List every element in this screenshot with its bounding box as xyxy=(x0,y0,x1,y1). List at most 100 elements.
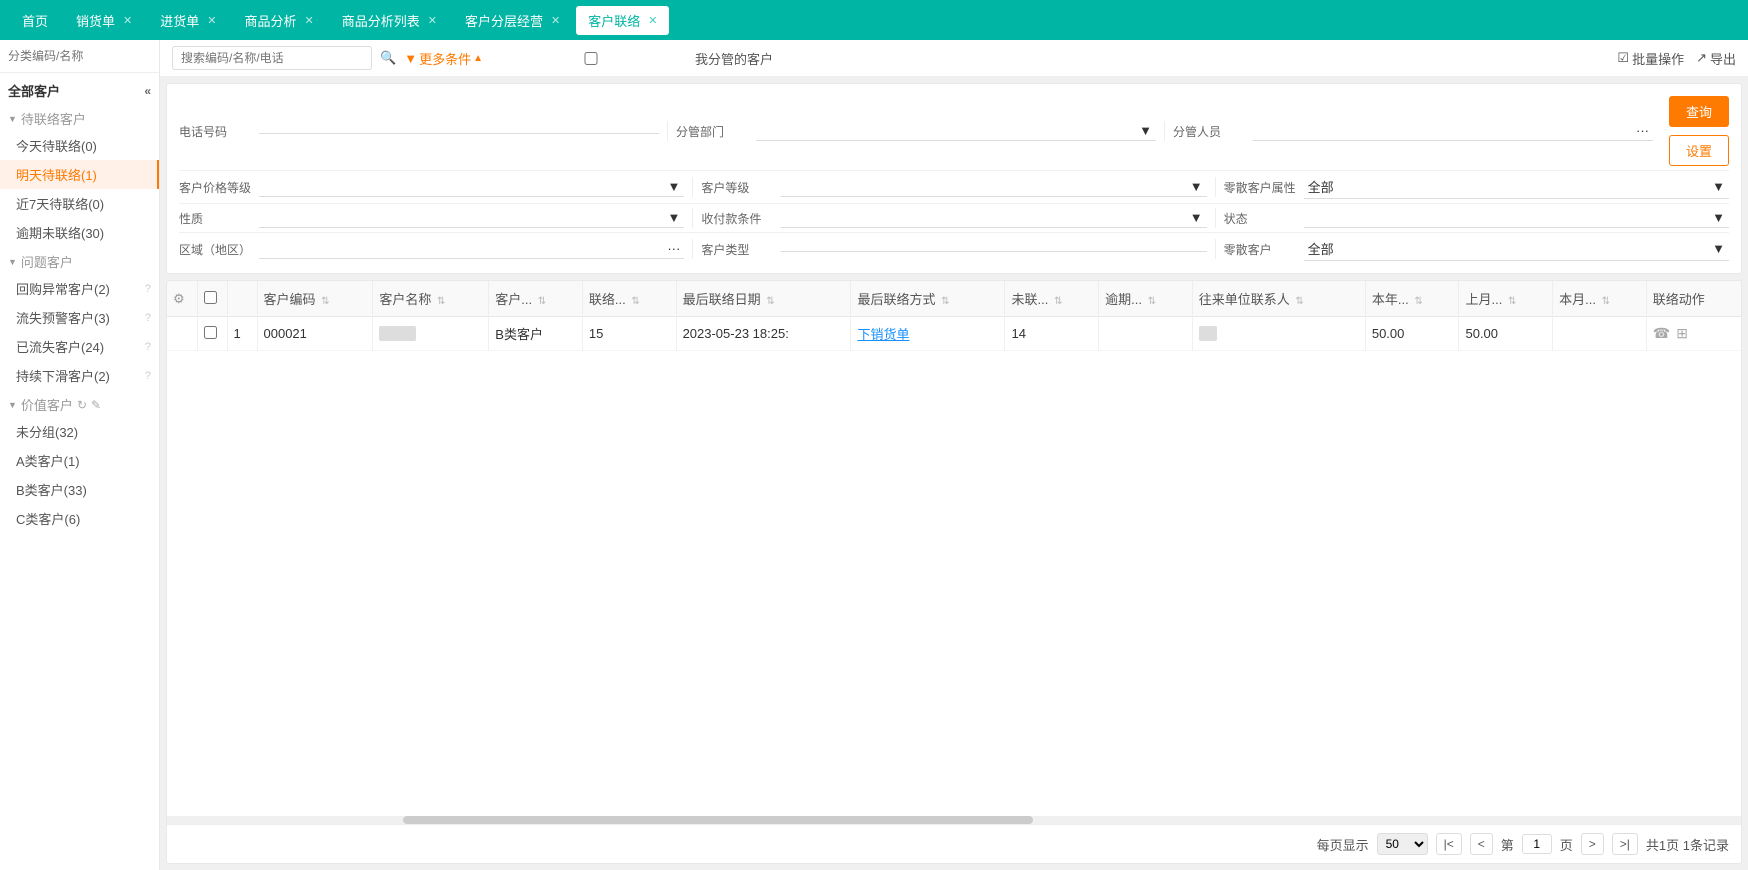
nav-customer-ops[interactable]: 客户分层经营 ✕ xyxy=(453,6,572,35)
th-contact[interactable]: 联络... ⇅ xyxy=(582,281,676,317)
page-input[interactable] xyxy=(1522,834,1552,854)
sidebar-group-pending[interactable]: 待联络客户 xyxy=(0,104,159,131)
th-overdue[interactable]: 逾期... ⇅ xyxy=(1099,281,1193,317)
nav-home[interactable]: 首页 xyxy=(10,6,60,35)
th-no-contact[interactable]: 未联... ⇅ xyxy=(1005,281,1099,317)
sidebar-item-overdue[interactable]: 逾期未联络(30) xyxy=(0,218,159,247)
nav-goods-analysis[interactable]: 商品分析 ✕ xyxy=(232,6,325,35)
status-select[interactable]: ▼ xyxy=(1304,208,1729,228)
row-actions-group: ☎ ⊞ xyxy=(1653,325,1735,342)
sidebar-item-repurchase-abnormal[interactable]: 回购异常客户(2) ? xyxy=(0,274,159,303)
filter-retail-customer: 零散客户 全部 ▼ xyxy=(1224,237,1729,261)
sidebar-item-ungrouped[interactable]: 未分组(32) xyxy=(0,417,159,446)
last-page-btn[interactable]: >| xyxy=(1612,833,1638,855)
sort-contact-icon: ⇅ xyxy=(631,296,639,307)
first-page-btn[interactable]: |< xyxy=(1436,833,1462,855)
sidebar-group-value[interactable]: 价值客户 ↻ ✎ xyxy=(0,390,159,417)
help-icon-2: ? xyxy=(145,312,151,324)
gender-select[interactable]: ▼ xyxy=(259,208,684,228)
td-gear xyxy=(167,317,197,351)
region-select[interactable]: ··· xyxy=(259,239,684,259)
query-button[interactable]: 查询 xyxy=(1669,96,1729,127)
sidebar-item-churned[interactable]: 已流失客户(24) ? xyxy=(0,332,159,361)
my-customers-checkbox[interactable]: 我分管的客户 xyxy=(491,49,773,68)
filter-customer-type: 客户类型 xyxy=(701,241,1206,258)
batch-op-btn[interactable]: ☑ 批量操作 xyxy=(1617,49,1684,68)
td-checkbox[interactable] xyxy=(197,317,227,351)
close-goods-list-icon[interactable]: ✕ xyxy=(428,14,437,27)
sidebar-item-today[interactable]: 今天待联络(0) xyxy=(0,131,159,160)
sidebar-item-c-class[interactable]: C类客户(6) xyxy=(0,504,159,533)
table-scroll-thumb[interactable] xyxy=(403,816,1033,824)
retail-customer-select[interactable]: 全部 ▼ xyxy=(1304,237,1729,261)
all-customers-header[interactable]: 全部客户 « xyxy=(0,73,159,104)
th-last-month[interactable]: 上月... ⇅ xyxy=(1459,281,1553,317)
payment-select[interactable]: ▼ xyxy=(781,208,1206,228)
filter-row-2: 客户价格等级 ▼ 客户等级 ▼ 零散客户属性 xyxy=(179,171,1729,204)
sidebar-search-area: 🔍 xyxy=(0,40,159,73)
th-name[interactable]: 客户名称 ⇅ xyxy=(373,281,489,317)
nav-goods-list[interactable]: 商品分析列表 ✕ xyxy=(330,6,449,35)
filter-row-4: 区域（地区） ··· 客户类型 零散客户 xyxy=(179,233,1729,265)
gear-icon[interactable]: ⚙ xyxy=(173,291,185,306)
filter-more-btn[interactable]: ▼ 更多条件 ▲ xyxy=(404,49,483,68)
my-customers-check[interactable] xyxy=(491,52,691,65)
sidebar-item-churn-warning[interactable]: 流失预警客户(3) ? xyxy=(0,303,159,332)
th-code[interactable]: 客户编码 ⇅ xyxy=(257,281,373,317)
grid-action-icon[interactable]: ⊞ xyxy=(1676,325,1688,342)
export-btn[interactable]: ↗ 导出 xyxy=(1696,49,1736,68)
th-this-year[interactable]: 本年... ⇅ xyxy=(1365,281,1459,317)
page-size-select[interactable]: 50 100 200 xyxy=(1377,833,1428,855)
customer-level-select[interactable]: ▼ xyxy=(781,177,1206,197)
next-page-btn[interactable]: > xyxy=(1581,833,1604,855)
collapse-icon[interactable]: « xyxy=(144,84,151,98)
th-last-date[interactable]: 最后联络日期 ⇅ xyxy=(676,281,851,317)
th-gear[interactable]: ⚙ xyxy=(167,281,197,317)
th-unit-contact[interactable]: 往来单位联系人 ⇅ xyxy=(1192,281,1365,317)
sidebar-item-tomorrow[interactable]: 明天待联络(1) xyxy=(0,160,159,189)
export-icon: ↗ xyxy=(1696,50,1707,66)
th-this-month[interactable]: 本月... ⇅ xyxy=(1553,281,1647,317)
nav-sales[interactable]: 销货单 ✕ xyxy=(64,6,144,35)
close-sales-icon[interactable]: ✕ xyxy=(123,14,132,27)
dept-select[interactable]: ▼ xyxy=(756,121,1156,141)
table-scroll-bar[interactable] xyxy=(167,816,1741,824)
close-customer-contact-icon[interactable]: ✕ xyxy=(648,14,657,27)
value-refresh-icon[interactable]: ↻ xyxy=(77,398,87,412)
sort-name-icon: ⇅ xyxy=(437,296,445,307)
set-button[interactable]: 设置 xyxy=(1669,135,1729,166)
sidebar-group-problem[interactable]: 问题客户 xyxy=(0,247,159,274)
sidebar-item-declining[interactable]: 持续下滑客户(2) ? xyxy=(0,361,159,390)
prev-page-btn[interactable]: < xyxy=(1470,833,1493,855)
close-customer-ops-icon[interactable]: ✕ xyxy=(551,14,560,27)
sidebar-search-input[interactable] xyxy=(8,49,160,63)
th-last-method[interactable]: 最后联络方式 ⇅ xyxy=(851,281,1005,317)
sidebar-item-b-class[interactable]: B类客户(33) xyxy=(0,475,159,504)
manager-select[interactable]: ··· xyxy=(1253,121,1653,141)
value-edit-icon[interactable]: ✎ xyxy=(91,398,101,412)
close-goods-analysis-icon[interactable]: ✕ xyxy=(305,14,314,27)
close-purchase-icon[interactable]: ✕ xyxy=(207,14,216,27)
phone-action-icon[interactable]: ☎ xyxy=(1653,325,1670,342)
phone-input[interactable] xyxy=(259,129,659,134)
th-checkbox[interactable] xyxy=(197,281,227,317)
last-method-link[interactable]: 下销货单 xyxy=(857,327,909,342)
manager-dots-icon: ··· xyxy=(1636,123,1649,138)
unit-contact-masked: ██ xyxy=(1199,326,1217,341)
filter-manager: 分管人员 ··· xyxy=(1173,121,1653,141)
nav-purchase[interactable]: 进货单 ✕ xyxy=(148,6,228,35)
td-code: 000021 xyxy=(257,317,373,351)
nav-customer-contact[interactable]: 客户联络 ✕ xyxy=(576,6,669,35)
filter-price-level: 客户价格等级 ▼ xyxy=(179,177,684,197)
price-level-select[interactable]: ▼ xyxy=(259,177,684,197)
sort-no-contact-icon: ⇅ xyxy=(1054,296,1062,307)
filter-search-icon[interactable]: 🔍 xyxy=(380,50,396,66)
select-all-checkbox[interactable] xyxy=(204,291,217,304)
customer-type-select[interactable] xyxy=(781,247,1206,252)
row-checkbox[interactable] xyxy=(204,326,217,339)
sidebar-item-7days[interactable]: 近7天待联络(0) xyxy=(0,189,159,218)
th-type[interactable]: 客户... ⇅ xyxy=(489,281,583,317)
sidebar-item-a-class[interactable]: A类客户(1) xyxy=(0,446,159,475)
search-input[interactable] xyxy=(172,46,372,70)
retail-attr-select[interactable]: 全部 ▼ xyxy=(1304,175,1729,199)
